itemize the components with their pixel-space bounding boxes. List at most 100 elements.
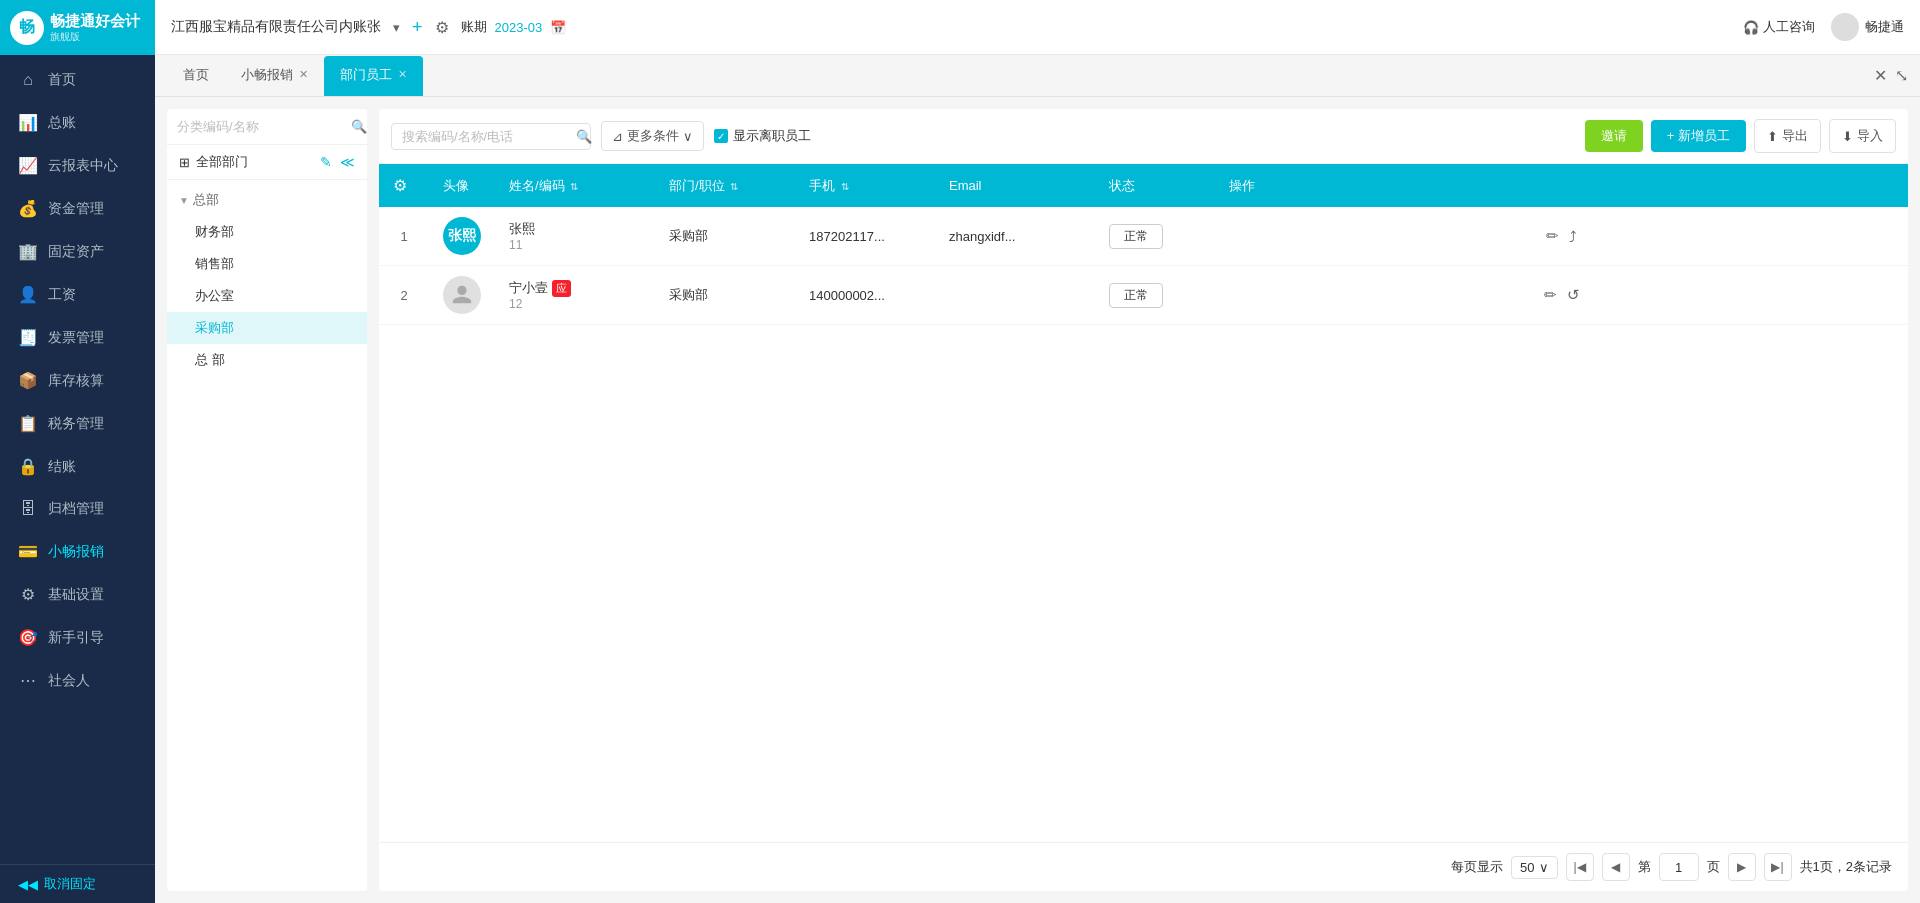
- unpin-label: 取消固定: [44, 875, 96, 893]
- dept-header-left: ⊞ 全部部门: [179, 153, 248, 171]
- unpin-button[interactable]: ◀◀ 取消固定: [0, 864, 155, 903]
- dept-collapse-icon[interactable]: ≪: [340, 154, 355, 170]
- user-avatar: [1831, 13, 1859, 41]
- avatar-1: [443, 276, 481, 314]
- guide-icon: 🎯: [18, 628, 38, 647]
- tab-expense[interactable]: 小畅报销 ✕: [225, 56, 324, 96]
- triangle-icon: ▼: [179, 195, 189, 206]
- page-unit-label: 页: [1707, 858, 1720, 876]
- per-page-select[interactable]: 50 ∨: [1511, 856, 1557, 879]
- sidebar-item-payroll[interactable]: 👤 工资: [0, 273, 155, 316]
- page-number-input[interactable]: [1659, 853, 1699, 881]
- sidebar-item-archive[interactable]: 🗄 归档管理: [0, 488, 155, 530]
- tab-dept[interactable]: 部门员工 ✕: [324, 56, 423, 96]
- inventory-icon: 📦: [18, 371, 38, 390]
- name-badge-1: 宁小壹 应: [509, 279, 641, 297]
- employee-search-input[interactable]: [402, 129, 570, 144]
- last-page-button[interactable]: ▶|: [1764, 853, 1792, 881]
- table-header-row: ⚙ 头像 姓名/编码 ⇅ 部门/职位 ⇅: [379, 164, 1908, 207]
- next-page-button[interactable]: ▶: [1728, 853, 1756, 881]
- dept-purchasing-label: 采购部: [195, 319, 234, 337]
- first-page-button[interactable]: |◀: [1566, 853, 1594, 881]
- page-prefix-label: 第: [1638, 858, 1651, 876]
- tab-expense-close-icon[interactable]: ✕: [299, 68, 308, 81]
- invite-button[interactable]: 邀请: [1585, 120, 1643, 152]
- dept-node-purchasing[interactable]: 采购部: [167, 312, 367, 344]
- name-sort-icon: ⇅: [570, 181, 578, 192]
- dept-all-label[interactable]: 全部部门: [196, 153, 248, 171]
- dept-search-icon[interactable]: 🔍: [351, 119, 367, 134]
- dept-office-label: 办公室: [195, 287, 234, 305]
- pagination: 每页显示 50 ∨ |◀ ◀ 第 页 ▶ ▶| 共1页，2条记录: [379, 842, 1908, 891]
- th-name[interactable]: 姓名/编码 ⇅: [495, 164, 655, 207]
- tab-home[interactable]: 首页: [167, 56, 225, 96]
- payroll-icon: 👤: [18, 285, 38, 304]
- page-content: 🔍 ⊞ 全部部门 ✎ ≪ ▼ 总部 财务部: [155, 97, 1920, 903]
- sidebar-item-inventory[interactable]: 📦 库存核算: [0, 359, 155, 402]
- sidebar-item-general-ledger[interactable]: 📊 总账: [0, 101, 155, 144]
- dept-node-finance[interactable]: 财务部: [167, 216, 367, 248]
- filter-button[interactable]: ⊿ 更多条件 ∨: [601, 121, 704, 151]
- sidebar-item-basic-settings[interactable]: ⚙ 基础设置: [0, 573, 155, 616]
- service-button[interactable]: 🎧 人工咨询: [1743, 18, 1815, 36]
- sidebar-item-expense[interactable]: 💳 小畅报销: [0, 530, 155, 573]
- sidebar-item-funds[interactable]: 💰 资金管理: [0, 187, 155, 230]
- sidebar-item-tax[interactable]: 📋 税务管理: [0, 402, 155, 445]
- import-label: 导入: [1857, 127, 1883, 145]
- show-resigned-label: 显示离职员工: [733, 127, 811, 145]
- emp-code-1: 12: [509, 297, 641, 311]
- show-resigned-checkbox-label[interactable]: ✓ 显示离职员工: [714, 127, 811, 145]
- sidebar-item-home[interactable]: ⌂ 首页: [0, 59, 155, 101]
- unpin-icon: ◀◀: [18, 877, 38, 892]
- add-employee-button[interactable]: + 新增员工: [1651, 120, 1746, 152]
- dept-node-sales[interactable]: 销售部: [167, 248, 367, 280]
- sidebar-item-guide[interactable]: 🎯 新手引导: [0, 616, 155, 659]
- user-profile[interactable]: 畅捷通: [1831, 13, 1904, 41]
- sidebar-item-reports[interactable]: 📈 云报表中心: [0, 144, 155, 187]
- calendar-icon[interactable]: 📅: [550, 20, 566, 35]
- dept-panel: 🔍 ⊞ 全部部门 ✎ ≪ ▼ 总部 财务部: [167, 109, 367, 891]
- show-resigned-checkbox[interactable]: ✓: [714, 129, 728, 143]
- sidebar-item-settings-label: 基础设置: [48, 586, 104, 604]
- topbar-settings-icon[interactable]: ⚙: [435, 18, 449, 37]
- maximize-window-icon[interactable]: ⤡: [1895, 66, 1908, 85]
- settings-gear-icon[interactable]: ⚙: [393, 177, 407, 194]
- th-phone[interactable]: 手机 ⇅: [795, 164, 935, 207]
- add-company-button[interactable]: +: [412, 17, 423, 38]
- th-dept[interactable]: 部门/职位 ⇅: [655, 164, 795, 207]
- dept-search-input[interactable]: [177, 119, 345, 134]
- sidebar-item-more[interactable]: ⋯ 社会人: [0, 659, 155, 702]
- dept-node-zongbu-parent[interactable]: ▼ 总部: [167, 184, 367, 216]
- status-badge-1: 正常: [1109, 283, 1163, 308]
- search-icon[interactable]: 🔍: [576, 129, 592, 144]
- logo-text-area: 畅捷通好会计 旗舰版: [50, 12, 140, 44]
- import-button[interactable]: ⬇ 导入: [1829, 119, 1896, 153]
- tab-dept-close-icon[interactable]: ✕: [398, 68, 407, 81]
- sidebar-item-fixed-assets[interactable]: 🏢 固定资产: [0, 230, 155, 273]
- delete-button-1[interactable]: ↺: [1567, 286, 1580, 304]
- dept-node-zongbu-child[interactable]: 总 部: [167, 344, 367, 376]
- name-badge-0: 张熙: [509, 220, 641, 238]
- prev-page-button[interactable]: ◀: [1602, 853, 1630, 881]
- company-dropdown-icon[interactable]: ▾: [393, 20, 400, 35]
- cell-dept-1: 采购部: [655, 266, 795, 325]
- th-status: 状态: [1095, 164, 1215, 207]
- delete-button-0[interactable]: ⤴: [1569, 228, 1577, 245]
- sidebar-nav: ⌂ 首页 📊 总账 📈 云报表中心 💰 资金管理 🏢 固定资产 👤 工资 🧾 发…: [0, 55, 155, 864]
- service-label: 人工咨询: [1763, 18, 1815, 36]
- dept-node-office[interactable]: 办公室: [167, 280, 367, 312]
- dept-zongbu2-label: 总 部: [195, 351, 225, 369]
- edit-button-1[interactable]: ✏: [1544, 286, 1557, 304]
- sidebar-item-closing[interactable]: 🔒 结账: [0, 445, 155, 488]
- dept-sort-icon: ⇅: [730, 181, 738, 192]
- period-label: 账期 2023-03 📅: [461, 18, 567, 36]
- cell-status-0: 正常: [1095, 207, 1215, 266]
- table-row: 2 宁小壹 应 12 采购部 140000002... 正常 ✏ ↺: [379, 266, 1908, 325]
- close-window-icon[interactable]: ✕: [1874, 66, 1887, 85]
- export-button[interactable]: ⬆ 导出: [1754, 119, 1821, 153]
- sidebar-item-invoices[interactable]: 🧾 发票管理: [0, 316, 155, 359]
- sidebar-item-gl-label: 总账: [48, 114, 76, 132]
- emp-name-0: 张熙: [509, 220, 535, 238]
- edit-button-0[interactable]: ✏: [1546, 227, 1559, 245]
- dept-edit-icon[interactable]: ✎: [320, 154, 332, 170]
